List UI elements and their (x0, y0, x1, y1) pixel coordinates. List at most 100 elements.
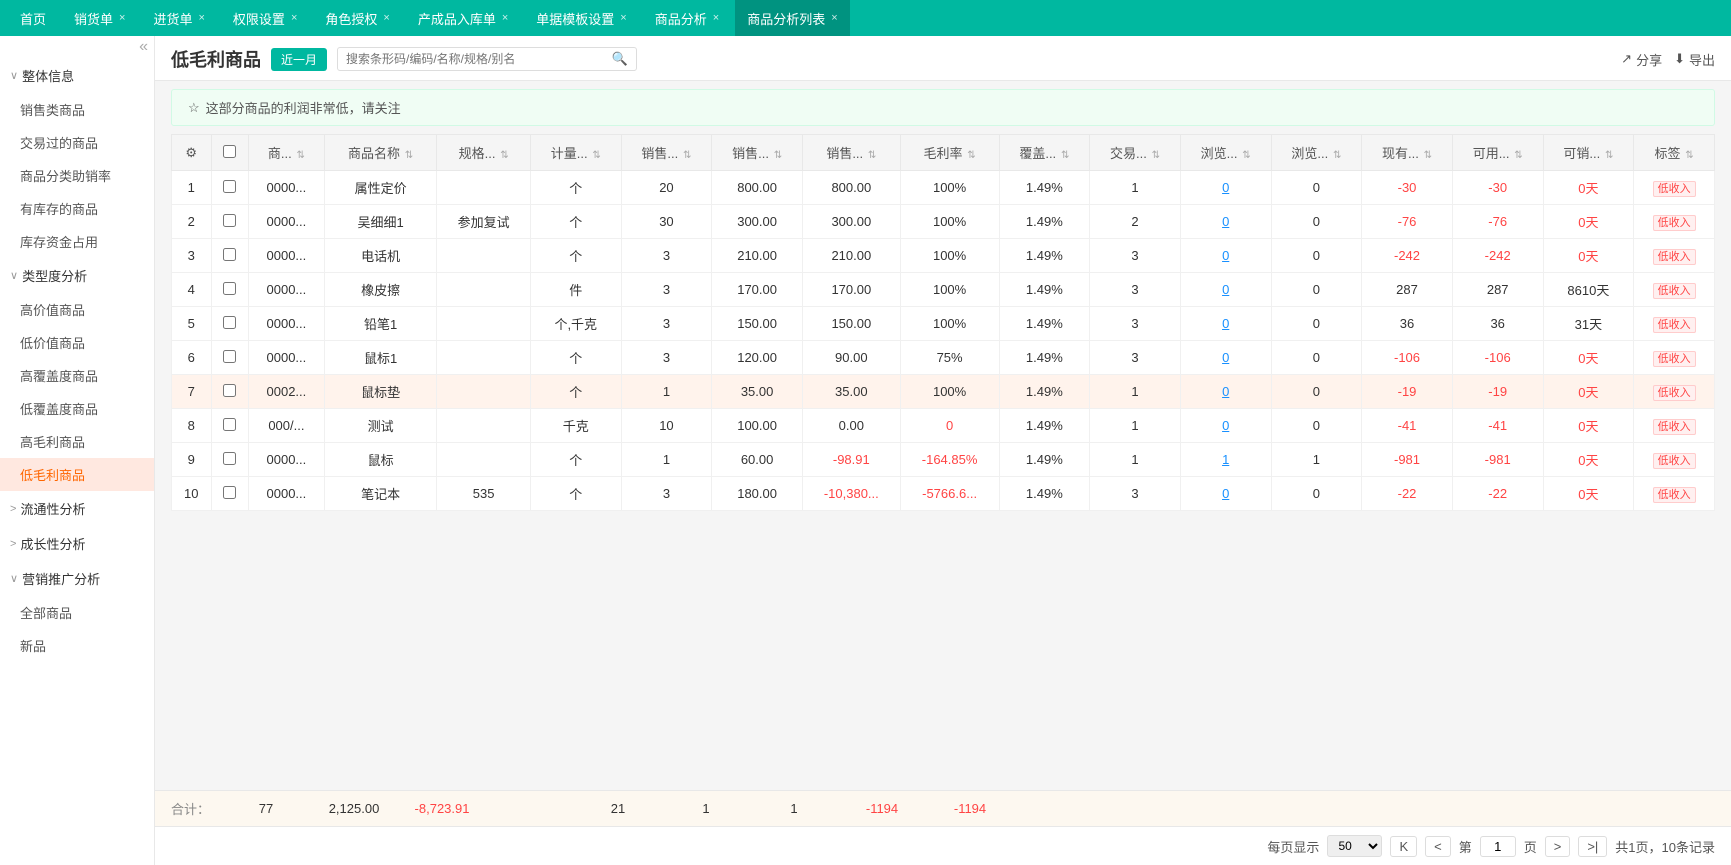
export-button[interactable]: ⬇ 导出 (1674, 50, 1715, 69)
row-checkbox[interactable] (211, 273, 248, 307)
close-icon[interactable]: × (713, 12, 719, 24)
sidebar-group-0[interactable]: ∨ 整体信息 (0, 58, 154, 93)
close-icon[interactable]: × (291, 12, 297, 24)
row-checkbox[interactable] (211, 409, 248, 443)
nav-item[interactable]: 产成品入库单× (406, 0, 520, 36)
sidebar-group-3[interactable]: > 成长性分析 (0, 526, 154, 561)
close-icon[interactable]: × (198, 12, 204, 24)
col-header-code[interactable]: 商... ⇅ (248, 135, 324, 171)
sidebar-item-1-0[interactable]: 高价值商品 (0, 293, 154, 326)
col-header-gross_margin[interactable]: 毛利率 ⇅ (900, 135, 999, 171)
sidebar-collapse-button[interactable]: « (0, 36, 154, 58)
row-views1[interactable]: 0 (1180, 171, 1271, 205)
first-page-button[interactable]: K (1390, 836, 1417, 857)
col-header-coverage[interactable]: 覆盖... ⇅ (999, 135, 1090, 171)
search-icon[interactable]: 🔍 (612, 51, 628, 67)
sidebar-group-4[interactable]: ∨ 营销推广分析 (0, 561, 154, 596)
nav-item[interactable]: 角色授权× (313, 0, 401, 36)
sidebar-item-1-1[interactable]: 低价值商品 (0, 326, 154, 359)
row-views1[interactable]: 0 (1180, 205, 1271, 239)
row-checkbox[interactable] (211, 205, 248, 239)
search-box[interactable]: 🔍 (337, 47, 637, 71)
row-checkbox-input[interactable] (223, 214, 236, 227)
search-input[interactable] (346, 52, 606, 66)
row-checkbox-input[interactable] (223, 384, 236, 397)
nav-item[interactable]: 商品分析× (643, 0, 731, 36)
sort-icon-name[interactable]: ⇅ (402, 150, 413, 161)
row-views1[interactable]: 0 (1180, 409, 1271, 443)
col-header-current_stock[interactable]: 现有... ⇅ (1362, 135, 1453, 171)
row-checkbox-input[interactable] (223, 452, 236, 465)
col-header-views1[interactable]: 浏览... ⇅ (1180, 135, 1271, 171)
sort-icon-trade[interactable]: ⇅ (1149, 150, 1160, 161)
col-header-sellable[interactable]: 可销... ⇅ (1543, 135, 1634, 171)
col-header-sales_qty[interactable]: 销售... ⇅ (621, 135, 712, 171)
row-checkbox-input[interactable] (223, 486, 236, 499)
col-header-spec[interactable]: 规格... ⇅ (437, 135, 531, 171)
row-views1[interactable]: 1 (1180, 443, 1271, 477)
sort-icon-available[interactable]: ⇅ (1512, 150, 1523, 161)
prev-page-button[interactable]: < (1425, 836, 1451, 857)
row-checkbox[interactable] (211, 443, 248, 477)
close-icon[interactable]: × (383, 12, 389, 24)
nav-item[interactable]: 进货单× (141, 0, 216, 36)
sort-icon-gross_margin[interactable]: ⇅ (965, 150, 976, 161)
sidebar-item-0-1[interactable]: 交易过的商品 (0, 126, 154, 159)
col-header-trade[interactable]: 交易... ⇅ (1090, 135, 1181, 171)
sidebar-item-1-3[interactable]: 低覆盖度商品 (0, 392, 154, 425)
sidebar-item-0-0[interactable]: 销售类商品 (0, 93, 154, 126)
nav-item[interactable]: 首页 (8, 0, 58, 36)
col-header-sales_amount[interactable]: 销售... ⇅ (802, 135, 900, 171)
row-views1[interactable]: 0 (1180, 307, 1271, 341)
row-checkbox-input[interactable] (223, 282, 236, 295)
nav-item[interactable]: 销货单× (62, 0, 137, 36)
sort-icon-sales_qty[interactable]: ⇅ (680, 150, 691, 161)
nav-item[interactable]: 权限设置× (221, 0, 309, 36)
next-page-button[interactable]: > (1545, 836, 1571, 857)
sort-icon-spec[interactable]: ⇅ (497, 150, 508, 161)
time-filter-button[interactable]: 近一月 (271, 48, 327, 71)
col-header-available[interactable]: 可用... ⇅ (1452, 135, 1543, 171)
row-checkbox[interactable] (211, 171, 248, 205)
row-checkbox-input[interactable] (223, 180, 236, 193)
page-number-input[interactable] (1480, 836, 1516, 857)
nav-item[interactable]: 单据模板设置× (524, 0, 638, 36)
close-icon[interactable]: × (831, 12, 837, 24)
close-icon[interactable]: × (119, 12, 125, 24)
sidebar-group-2[interactable]: > 流通性分析 (0, 491, 154, 526)
row-checkbox-input[interactable] (223, 248, 236, 261)
col-header-name[interactable]: 商品名称 ⇅ (324, 135, 437, 171)
col-header-unit[interactable]: 计量... ⇅ (530, 135, 621, 171)
row-views1[interactable]: 0 (1180, 273, 1271, 307)
sidebar-item-1-2[interactable]: 高覆盖度商品 (0, 359, 154, 392)
share-button[interactable]: ↗ 分享 (1621, 50, 1662, 69)
sort-icon-coverage[interactable]: ⇅ (1058, 150, 1069, 161)
sidebar-item-4-0[interactable]: 全部商品 (0, 596, 154, 629)
row-views1[interactable]: 0 (1180, 375, 1271, 409)
sort-icon-sales_price[interactable]: ⇅ (771, 150, 782, 161)
close-icon[interactable]: × (502, 12, 508, 24)
sort-icon-views2[interactable]: ⇅ (1330, 150, 1341, 161)
sort-icon-sales_amount[interactable]: ⇅ (865, 150, 876, 161)
row-checkbox-input[interactable] (223, 316, 236, 329)
per-page-select[interactable]: 50 100 (1327, 835, 1382, 857)
col-header-settings[interactable]: ⚙ (172, 135, 212, 171)
sidebar-group-1[interactable]: ∨ 类型度分析 (0, 258, 154, 293)
row-checkbox[interactable] (211, 239, 248, 273)
sidebar-item-1-4[interactable]: 高毛利商品 (0, 425, 154, 458)
sort-icon-current_stock[interactable]: ⇅ (1421, 150, 1432, 161)
nav-item[interactable]: 商品分析列表× (735, 0, 849, 36)
last-page-button[interactable]: >| (1578, 836, 1607, 857)
col-header-tag[interactable]: 标签 ⇅ (1634, 135, 1715, 171)
sidebar-item-0-4[interactable]: 库存资金占用 (0, 225, 154, 258)
col-header-sales_price[interactable]: 销售... ⇅ (712, 135, 803, 171)
close-icon[interactable]: × (620, 12, 626, 24)
select-all-checkbox[interactable] (223, 145, 236, 158)
col-header-views2[interactable]: 浏览... ⇅ (1271, 135, 1362, 171)
row-views1[interactable]: 0 (1180, 477, 1271, 511)
row-views1[interactable]: 0 (1180, 341, 1271, 375)
sidebar-item-4-1[interactable]: 新品 (0, 629, 154, 662)
col-header-checkbox[interactable] (211, 135, 248, 171)
sort-icon-sellable[interactable]: ⇅ (1602, 150, 1613, 161)
sidebar-item-1-5[interactable]: 低毛利商品 (0, 458, 154, 491)
